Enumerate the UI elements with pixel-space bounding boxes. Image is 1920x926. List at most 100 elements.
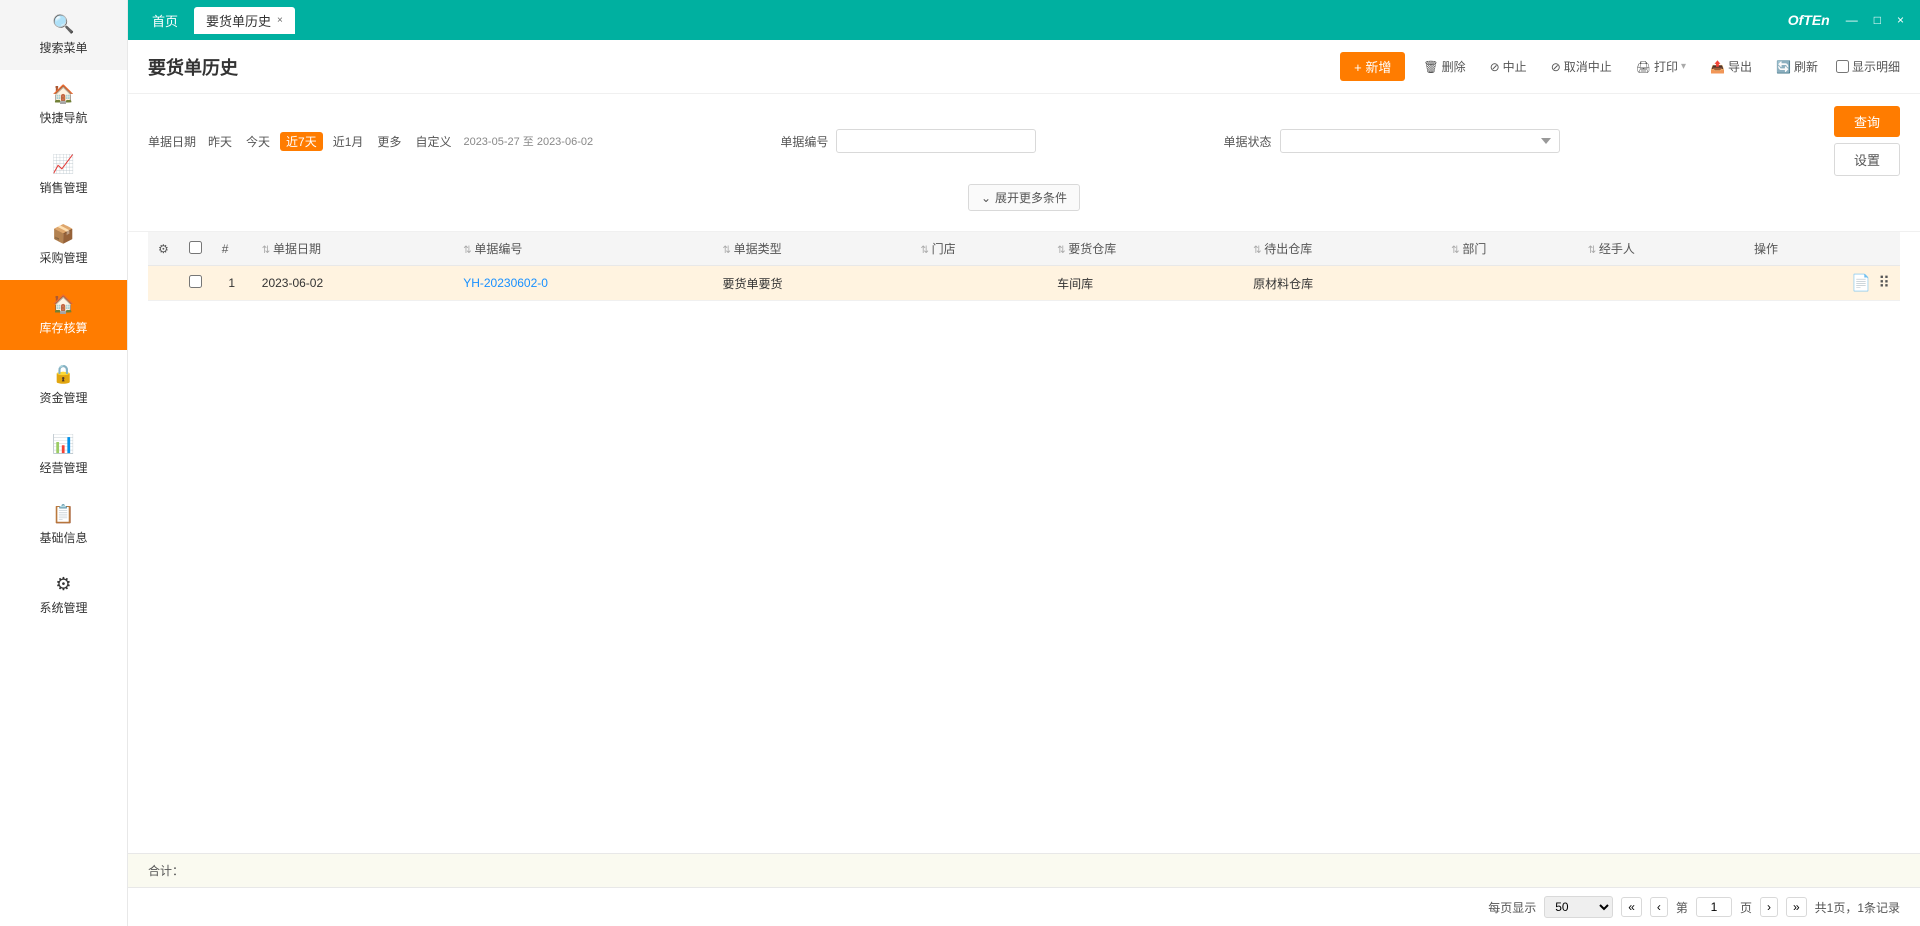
system-icon: ⚙ (55, 574, 71, 595)
display-detail-checkbox[interactable] (1836, 60, 1849, 73)
sidebar-item-label: 资金管理 (39, 389, 87, 406)
cell-checkbox[interactable] (179, 266, 212, 301)
expand-icon: ⌄ (981, 191, 991, 205)
th-date[interactable]: 单据日期 (252, 232, 453, 266)
expand-more-button[interactable]: ⌄ 展开更多条件 (968, 184, 1080, 211)
next-page-btn[interactable]: › (1760, 897, 1778, 917)
pagination-bar: 每页显示 10 20 50 100 « ‹ 第 页 › » 共1页，1条记录 (128, 887, 1920, 926)
date-option-7days[interactable]: 近7天 (280, 132, 323, 151)
sidebar-item-quick-nav[interactable]: 🏠 快捷导航 (0, 70, 127, 140)
new-button[interactable]: + 新增 (1340, 52, 1405, 81)
page-header: 要货单历史 + 新增 🗑 删除 ⊘ 中止 ⊘ 取消中止 🖨 打印 (128, 40, 1920, 94)
inventory-icon: 🏠 (52, 294, 74, 315)
page-title: 要货单历史 (148, 54, 1332, 80)
th-settings[interactable]: ⚙ (148, 232, 179, 266)
data-table: ⚙ # 单据日期 单据编号 单据类型 门店 要货仓库 待出仓库 部门 经手人 (148, 232, 1900, 301)
row-checkbox[interactable] (189, 275, 202, 288)
sidebar-item-inventory-calc[interactable]: 🏠 库存核算 (0, 280, 127, 350)
th-ops: 操作 (1744, 232, 1900, 266)
th-handler[interactable]: 经手人 (1578, 232, 1744, 266)
refresh-icon: 🔄 (1776, 60, 1791, 74)
cell-dept (1441, 266, 1578, 301)
tab-home[interactable]: 首页 (140, 7, 190, 34)
finance-icon: 🔒 (52, 364, 74, 385)
sidebar-item-label: 库存核算 (39, 319, 87, 336)
topbar: 首页 要货单历史 × OfTEn — □ × (128, 0, 1920, 40)
page-label: 第 (1676, 899, 1688, 916)
cell-ops: 📄 ⠿ (1744, 266, 1900, 301)
content-area: 要货单历史 + 新增 🗑 删除 ⊘ 中止 ⊘ 取消中止 🖨 打印 (128, 40, 1920, 926)
basic-info-icon: 📋 (52, 504, 74, 525)
date-option-more[interactable]: 更多 (373, 132, 405, 151)
table-row: 1 2023-06-02 YH-20230602-0 要货单要货 车间库 原材料… (148, 266, 1900, 301)
toolbar: + 新增 🗑 删除 ⊘ 中止 ⊘ 取消中止 🖨 打印 ▾ (1340, 52, 1900, 81)
tab-close-icon[interactable]: × (277, 15, 283, 26)
sidebar-item-label: 基础信息 (39, 529, 87, 546)
sidebar-item-label: 经营管理 (39, 459, 87, 476)
filter-order-no: 单据编号 (613, 129, 1203, 153)
export-button[interactable]: 📤 导出 (1704, 54, 1758, 79)
status-select[interactable] (1280, 129, 1560, 153)
cell-num: 1 (212, 266, 252, 301)
total-info: 共1页，1条记录 (1815, 899, 1900, 916)
row-more-btn[interactable]: ⠿ (1878, 275, 1890, 292)
cell-order-type: 要货单要货 (712, 266, 910, 301)
date-options: 昨天 今天 近7天 近1月 更多 自定义 (204, 132, 455, 151)
cancel-stop-button[interactable]: ⊘ 取消中止 (1545, 54, 1618, 79)
date-option-yesterday[interactable]: 昨天 (204, 132, 236, 151)
date-range: 2023-05-27 至 2023-06-02 (463, 133, 593, 149)
date-option-custom[interactable]: 自定义 (411, 132, 455, 151)
th-dept[interactable]: 部门 (1441, 232, 1578, 266)
first-page-btn[interactable]: « (1621, 897, 1642, 917)
window-close-btn[interactable]: × (1893, 13, 1908, 27)
row-edit-btn[interactable]: 📄 (1851, 275, 1871, 292)
sidebar-item-label: 销售管理 (39, 179, 87, 196)
filter-date: 单据日期 昨天 今天 近7天 近1月 更多 自定义 2023-05-27 至 2… (148, 132, 593, 151)
delete-button[interactable]: 🗑 删除 (1417, 54, 1471, 79)
th-order-type[interactable]: 单据类型 (712, 232, 910, 266)
page-size-select[interactable]: 10 20 50 100 (1544, 896, 1613, 918)
sidebar-item-operations-mgmt[interactable]: 📊 经营管理 (0, 420, 127, 490)
cell-pending-warehouse: 原材料仓库 (1243, 266, 1441, 301)
brand-label: OfTEn (1788, 12, 1830, 28)
page-suffix: 页 (1740, 899, 1752, 916)
th-store[interactable]: 门店 (911, 232, 1048, 266)
window-maximize-btn[interactable]: □ (1870, 13, 1885, 27)
cell-date: 2023-06-02 (252, 266, 453, 301)
settings-button[interactable]: 设置 (1834, 143, 1900, 176)
display-detail-button[interactable]: 显示明细 (1836, 58, 1900, 75)
stop-button[interactable]: ⊘ 中止 (1484, 54, 1533, 79)
date-option-1month[interactable]: 近1月 (329, 132, 368, 151)
tab-home-label: 首页 (152, 11, 178, 30)
sidebar-item-search-menu[interactable]: 🔍 搜索菜单 (0, 0, 127, 70)
sidebar-item-purchase-mgmt[interactable]: 📦 采购管理 (0, 210, 127, 280)
date-option-today[interactable]: 今天 (242, 132, 274, 151)
status-label: 单据状态 (1224, 133, 1272, 150)
print-icon: 🖨 (1636, 60, 1651, 74)
page-input[interactable] (1696, 897, 1732, 917)
cancel-stop-icon: ⊘ (1551, 60, 1561, 74)
sidebar-item-finance-mgmt[interactable]: 🔒 资金管理 (0, 350, 127, 420)
th-req-warehouse[interactable]: 要货仓库 (1047, 232, 1243, 266)
th-pending-warehouse[interactable]: 待出仓库 (1243, 232, 1441, 266)
th-order-no[interactable]: 单据编号 (453, 232, 712, 266)
tab-active[interactable]: 要货单历史 × (194, 7, 295, 34)
select-all-checkbox[interactable] (189, 241, 202, 254)
purchase-icon: 📦 (52, 224, 74, 245)
last-page-btn[interactable]: » (1786, 897, 1807, 917)
order-no-link[interactable]: YH-20230602-0 (463, 276, 548, 290)
cell-store (911, 266, 1048, 301)
window-minimize-btn[interactable]: — (1842, 13, 1862, 27)
print-button[interactable]: 🖨 打印 ▾ (1630, 54, 1692, 79)
order-no-input[interactable] (836, 129, 1036, 153)
prev-page-btn[interactable]: ‹ (1650, 897, 1668, 917)
query-button[interactable]: 查询 (1834, 106, 1900, 137)
sidebar-item-basic-info[interactable]: 📋 基础信息 (0, 490, 127, 560)
export-icon: 📤 (1710, 60, 1725, 74)
tab-active-label: 要货单历史 (206, 11, 271, 30)
sidebar-item-sales-mgmt[interactable]: 📈 销售管理 (0, 140, 127, 210)
table-footer: 合计： (128, 853, 1920, 887)
refresh-button[interactable]: 🔄 刷新 (1770, 54, 1824, 79)
operations-icon: 📊 (52, 434, 74, 455)
sidebar-item-system-mgmt[interactable]: ⚙ 系统管理 (0, 560, 127, 630)
